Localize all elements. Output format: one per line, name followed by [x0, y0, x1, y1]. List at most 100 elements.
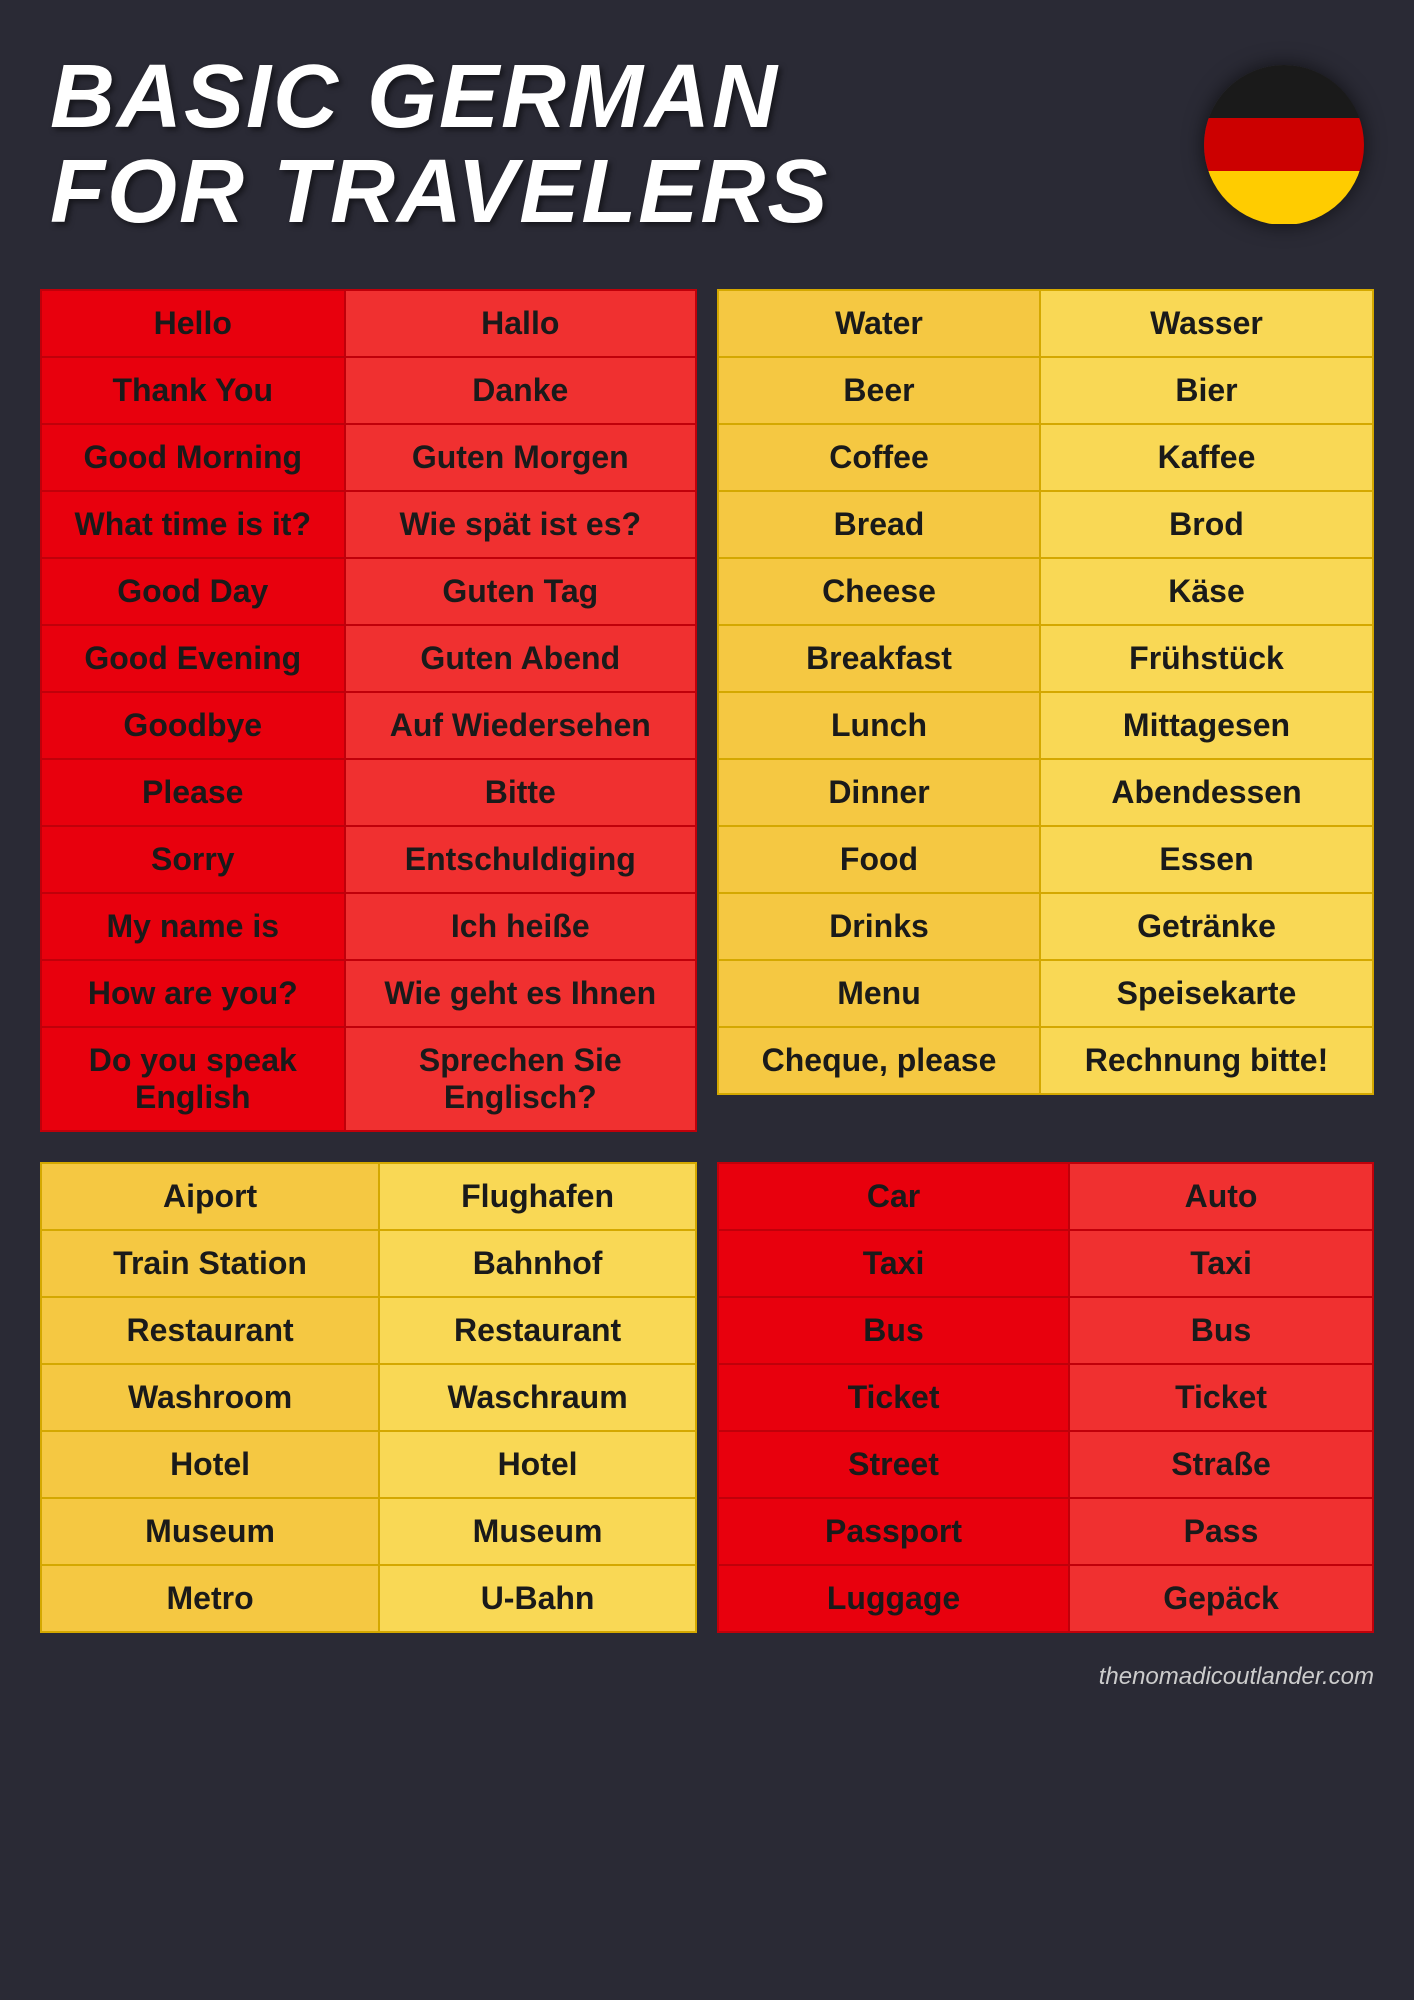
english-word: My name is: [41, 893, 345, 960]
german-word: Guten Tag: [345, 558, 696, 625]
english-word: Aiport: [41, 1163, 379, 1230]
table-row: BeerBier: [718, 357, 1373, 424]
table-row: HotelHotel: [41, 1431, 696, 1498]
table-row: TaxiTaxi: [718, 1230, 1373, 1297]
table-row: CoffeeKaffee: [718, 424, 1373, 491]
english-word: Dinner: [718, 759, 1040, 826]
german-word: Abendessen: [1040, 759, 1373, 826]
english-word: Cheese: [718, 558, 1040, 625]
table-row: WaterWasser: [718, 290, 1373, 357]
english-word: Thank You: [41, 357, 345, 424]
german-word: Essen: [1040, 826, 1373, 893]
places-table: AiportFlughafenTrain StationBahnhofResta…: [40, 1162, 697, 1633]
table-row: BusBus: [718, 1297, 1373, 1364]
english-word: Cheque, please: [718, 1027, 1040, 1094]
table-row: Good EveningGuten Abend: [41, 625, 696, 692]
english-word: Hotel: [41, 1431, 379, 1498]
table-row: MuseumMuseum: [41, 1498, 696, 1565]
right-vocabulary-table: WaterWasserBeerBierCoffeeKaffeeBreadBrod…: [717, 289, 1374, 1132]
table-row: Do you speak EnglishSprechen Sie Englisc…: [41, 1027, 696, 1131]
english-word: Ticket: [718, 1364, 1069, 1431]
german-word: Pass: [1069, 1498, 1373, 1565]
english-word: Car: [718, 1163, 1069, 1230]
german-word: Mittagesen: [1040, 692, 1373, 759]
german-word: Taxi: [1069, 1230, 1373, 1297]
german-word: Ticket: [1069, 1364, 1373, 1431]
german-word: Bahnhof: [379, 1230, 696, 1297]
bottom-right-vocabulary-table: CarAutoTaxiTaxiBusBusTicketTicketStreetS…: [717, 1162, 1374, 1633]
table-row: SorryEntschuldiging: [41, 826, 696, 893]
bottom-left-vocabulary-table: AiportFlughafenTrain StationBahnhofResta…: [40, 1162, 697, 1633]
website-text: thenomadicoutlander.com: [1099, 1663, 1374, 1690]
english-word: Please: [41, 759, 345, 826]
german-word: Kaffee: [1040, 424, 1373, 491]
table-row: LunchMittagesen: [718, 692, 1373, 759]
german-word: Auto: [1069, 1163, 1373, 1230]
english-word: Hello: [41, 290, 345, 357]
german-flag-icon: [1204, 65, 1364, 225]
table-row: AiportFlughafen: [41, 1163, 696, 1230]
english-word: Good Day: [41, 558, 345, 625]
english-word: Lunch: [718, 692, 1040, 759]
english-word: What time is it?: [41, 491, 345, 558]
english-word: Street: [718, 1431, 1069, 1498]
german-word: Brod: [1040, 491, 1373, 558]
english-word: Passport: [718, 1498, 1069, 1565]
german-word: Bier: [1040, 357, 1373, 424]
german-word: Wie spät ist es?: [345, 491, 696, 558]
english-word: Washroom: [41, 1364, 379, 1431]
left-vocabulary-table: HelloHalloThank YouDankeGood MorningGute…: [40, 289, 697, 1132]
german-word: Käse: [1040, 558, 1373, 625]
german-word: Flughafen: [379, 1163, 696, 1230]
english-word: Do you speak English: [41, 1027, 345, 1131]
english-word: Museum: [41, 1498, 379, 1565]
english-word: Water: [718, 290, 1040, 357]
german-word: Gepäck: [1069, 1565, 1373, 1632]
table-row: RestaurantRestaurant: [41, 1297, 696, 1364]
table-row: TicketTicket: [718, 1364, 1373, 1431]
english-word: Beer: [718, 357, 1040, 424]
german-word: Straße: [1069, 1431, 1373, 1498]
german-word: Entschuldiging: [345, 826, 696, 893]
english-word: Good Evening: [41, 625, 345, 692]
english-word: Drinks: [718, 893, 1040, 960]
table-row: WashroomWaschraum: [41, 1364, 696, 1431]
german-word: Museum: [379, 1498, 696, 1565]
german-word: Restaurant: [379, 1297, 696, 1364]
table-row: DrinksGetränke: [718, 893, 1373, 960]
table-row: StreetStraße: [718, 1431, 1373, 1498]
table-row: Good DayGuten Tag: [41, 558, 696, 625]
english-word: Taxi: [718, 1230, 1069, 1297]
german-word: Frühstück: [1040, 625, 1373, 692]
table-row: BreadBrod: [718, 491, 1373, 558]
german-word: Guten Morgen: [345, 424, 696, 491]
english-word: Food: [718, 826, 1040, 893]
english-word: Luggage: [718, 1565, 1069, 1632]
english-word: Good Morning: [41, 424, 345, 491]
german-word: Hallo: [345, 290, 696, 357]
english-word: Goodbye: [41, 692, 345, 759]
english-word: Train Station: [41, 1230, 379, 1297]
table-row: CarAuto: [718, 1163, 1373, 1230]
table-row: CheeseKäse: [718, 558, 1373, 625]
table-row: My name isIch heiße: [41, 893, 696, 960]
english-word: Menu: [718, 960, 1040, 1027]
table-row: GoodbyeAuf Wiedersehen: [41, 692, 696, 759]
german-word: U-Bahn: [379, 1565, 696, 1632]
german-word: Ich heiße: [345, 893, 696, 960]
title-line2: FOR TRAVELERS: [50, 142, 829, 242]
english-word: How are you?: [41, 960, 345, 1027]
german-word: Sprechen Sie Englisch?: [345, 1027, 696, 1131]
english-word: Breakfast: [718, 625, 1040, 692]
table-row: BreakfastFrühstück: [718, 625, 1373, 692]
german-word: Wie geht es Ihnen: [345, 960, 696, 1027]
table-row: LuggageGepäck: [718, 1565, 1373, 1632]
german-word: Bus: [1069, 1297, 1373, 1364]
transport-table: CarAutoTaxiTaxiBusBusTicketTicketStreetS…: [717, 1162, 1374, 1633]
footer: thenomadicoutlander.com: [40, 1663, 1374, 1691]
table-row: What time is it?Wie spät ist es?: [41, 491, 696, 558]
greetings-table: HelloHalloThank YouDankeGood MorningGute…: [40, 289, 697, 1132]
german-word: Bitte: [345, 759, 696, 826]
page-title: BASIC GERMAN FOR TRAVELERS: [50, 50, 829, 239]
english-word: Metro: [41, 1565, 379, 1632]
